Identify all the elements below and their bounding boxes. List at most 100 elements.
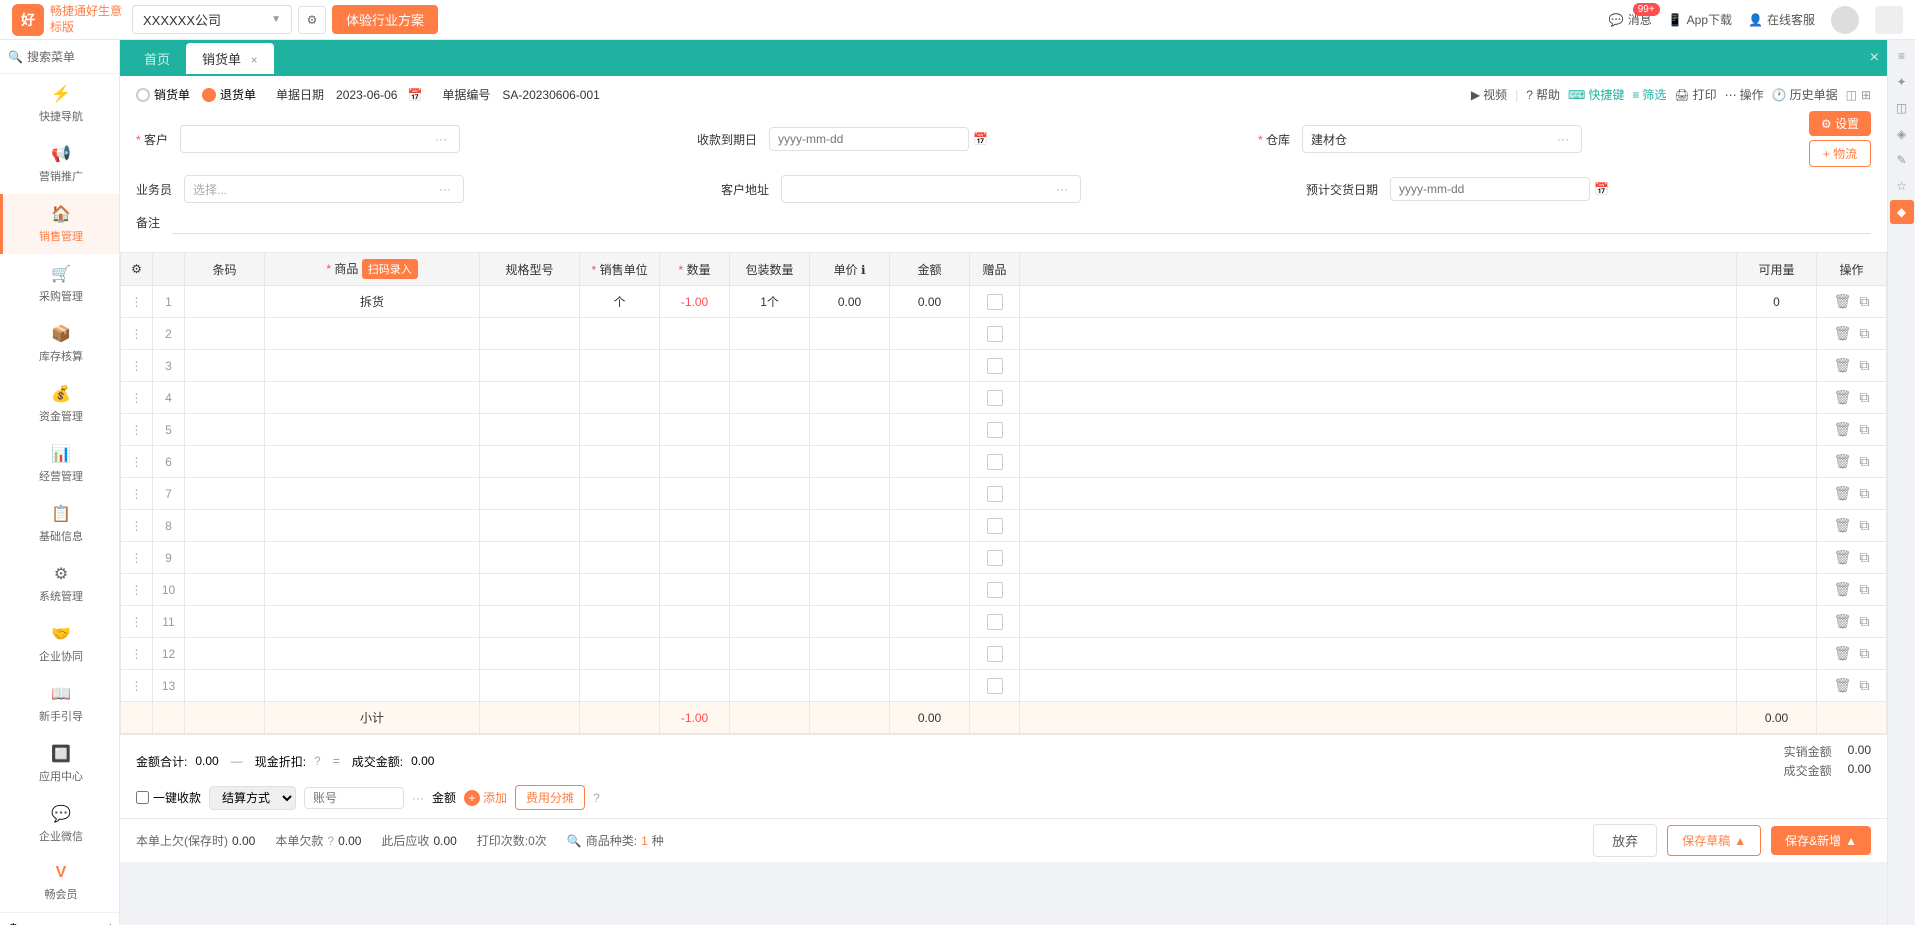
online-service-btn[interactable]: 👤 在线客服: [1748, 11, 1815, 28]
copy-row-3[interactable]: ⧉: [1857, 355, 1871, 376]
td-spec-1[interactable]: [480, 286, 580, 318]
calendar-icon[interactable]: 📅: [407, 88, 422, 102]
scan-barcode-btn[interactable]: 扫码录入: [362, 259, 418, 279]
td-pack-13[interactable]: [730, 670, 810, 702]
avatar-more[interactable]: [1875, 6, 1903, 34]
td-qty-10[interactable]: [660, 574, 730, 606]
td-product-1[interactable]: 拆货: [265, 286, 480, 318]
td-price-7[interactable]: [810, 478, 890, 510]
td-spec-6[interactable]: [480, 446, 580, 478]
td-barcode-12[interactable]: [185, 638, 265, 670]
td-barcode-1[interactable]: [185, 286, 265, 318]
td-spec-12[interactable]: [480, 638, 580, 670]
copy-row-2[interactable]: ⧉: [1857, 323, 1871, 344]
radio-return[interactable]: 退货单: [202, 86, 256, 103]
delete-row-13[interactable]: 🗑: [1832, 675, 1854, 696]
td-pack-6[interactable]: [730, 446, 810, 478]
td-unit-6[interactable]: [580, 446, 660, 478]
right-btn-7[interactable]: ◆: [1890, 200, 1914, 224]
delete-row-6[interactable]: 🗑: [1832, 451, 1854, 472]
tab-sales-order[interactable]: 销货单 ×: [186, 43, 274, 74]
copy-row-8[interactable]: ⧉: [1857, 515, 1871, 536]
td-barcode-10[interactable]: [185, 574, 265, 606]
toolbar-video[interactable]: ▶ 视频: [1471, 86, 1507, 103]
td-qty-2[interactable]: [660, 318, 730, 350]
one-click-payment-checkbox[interactable]: [136, 791, 149, 804]
radio-sales[interactable]: 销货单: [136, 86, 190, 103]
sidebar-item-purchase[interactable]: 🛒 采购管理: [0, 254, 119, 314]
delete-row-9[interactable]: 🗑: [1832, 547, 1854, 568]
td-product-3[interactable]: [265, 350, 480, 382]
copy-row-5[interactable]: ⧉: [1857, 419, 1871, 440]
td-price-10[interactable]: [810, 574, 890, 606]
td-amount-13[interactable]: [890, 670, 970, 702]
td-barcode-8[interactable]: [185, 510, 265, 542]
copy-row-11[interactable]: ⧉: [1857, 611, 1871, 632]
td-gift-3[interactable]: [970, 350, 1020, 382]
td-product-6[interactable]: [265, 446, 480, 478]
td-gift-7[interactable]: [970, 478, 1020, 510]
td-unit-12[interactable]: [580, 638, 660, 670]
td-gift-6[interactable]: [970, 446, 1020, 478]
td-gift-12[interactable]: [970, 638, 1020, 670]
add-payment-btn[interactable]: + 添加: [464, 789, 507, 806]
td-amount-1[interactable]: 0.00: [890, 286, 970, 318]
td-unit-3[interactable]: [580, 350, 660, 382]
td-gift-8[interactable]: [970, 510, 1020, 542]
sidebar-item-marketing[interactable]: 📢 营销推广: [0, 134, 119, 194]
td-settings-9[interactable]: ⋮: [121, 542, 153, 574]
copy-row-10[interactable]: ⧉: [1857, 579, 1871, 600]
td-price-9[interactable]: [810, 542, 890, 574]
settings-button[interactable]: ⚙ 设置: [1809, 111, 1871, 136]
td-spec-7[interactable]: [480, 478, 580, 510]
td-settings-11[interactable]: ⋮: [121, 606, 153, 638]
customer-addr-input[interactable]: ···: [781, 175, 1081, 203]
td-product-8[interactable]: [265, 510, 480, 542]
td-pack-8[interactable]: [730, 510, 810, 542]
sidebar-item-basic[interactable]: 📋 基础信息: [0, 494, 119, 554]
td-unit-8[interactable]: [580, 510, 660, 542]
sidebar-item-member[interactable]: V 畅会员: [0, 854, 119, 912]
delete-row-2[interactable]: 🗑: [1832, 323, 1854, 344]
td-amount-7[interactable]: [890, 478, 970, 510]
warehouse-ellipsis-icon[interactable]: ···: [1553, 130, 1573, 148]
td-spec-8[interactable]: [480, 510, 580, 542]
right-btn-5[interactable]: ✎: [1890, 148, 1914, 172]
right-btn-3[interactable]: ◫: [1890, 96, 1914, 120]
td-barcode-6[interactable]: [185, 446, 265, 478]
toolbar-shortcut[interactable]: ⌨ 快捷键: [1568, 86, 1624, 103]
td-amount-10[interactable]: [890, 574, 970, 606]
td-amount-6[interactable]: [890, 446, 970, 478]
discard-button[interactable]: 放弃: [1593, 824, 1657, 857]
td-price-13[interactable]: [810, 670, 890, 702]
td-qty-11[interactable]: [660, 606, 730, 638]
td-gift-1[interactable]: [970, 286, 1020, 318]
td-barcode-13[interactable]: [185, 670, 265, 702]
toolbar-history[interactable]: 🕐 历史单据: [1772, 86, 1838, 103]
sidebar-item-quick-nav[interactable]: ⚡ 快捷导航: [0, 74, 119, 134]
payment-due-input[interactable]: [769, 127, 969, 151]
td-spec-3[interactable]: [480, 350, 580, 382]
delete-row-5[interactable]: 🗑: [1832, 419, 1854, 440]
td-amount-8[interactable]: [890, 510, 970, 542]
right-btn-6[interactable]: ☆: [1890, 174, 1914, 198]
toolbar-filter[interactable]: ≡ 筛选: [1632, 86, 1666, 103]
avatar[interactable]: [1831, 6, 1859, 34]
salesperson-ellipsis-icon[interactable]: ···: [435, 180, 455, 198]
customer-input[interactable]: ···: [180, 125, 460, 153]
td-unit-9[interactable]: [580, 542, 660, 574]
td-spec-5[interactable]: [480, 414, 580, 446]
td-unit-2[interactable]: [580, 318, 660, 350]
td-barcode-2[interactable]: [185, 318, 265, 350]
expected-calendar-icon[interactable]: 📅: [1594, 182, 1609, 196]
right-btn-4[interactable]: ◈: [1890, 122, 1914, 146]
td-pack-9[interactable]: [730, 542, 810, 574]
sidebar-item-enterprise[interactable]: 🤝 企业协同: [0, 614, 119, 674]
td-price-12[interactable]: [810, 638, 890, 670]
td-gift-13[interactable]: [970, 670, 1020, 702]
td-pack-11[interactable]: [730, 606, 810, 638]
td-spec-2[interactable]: [480, 318, 580, 350]
td-settings-10[interactable]: ⋮: [121, 574, 153, 606]
save-new-button[interactable]: 保存&新增 ▲: [1771, 826, 1871, 855]
account-input[interactable]: [304, 787, 404, 809]
